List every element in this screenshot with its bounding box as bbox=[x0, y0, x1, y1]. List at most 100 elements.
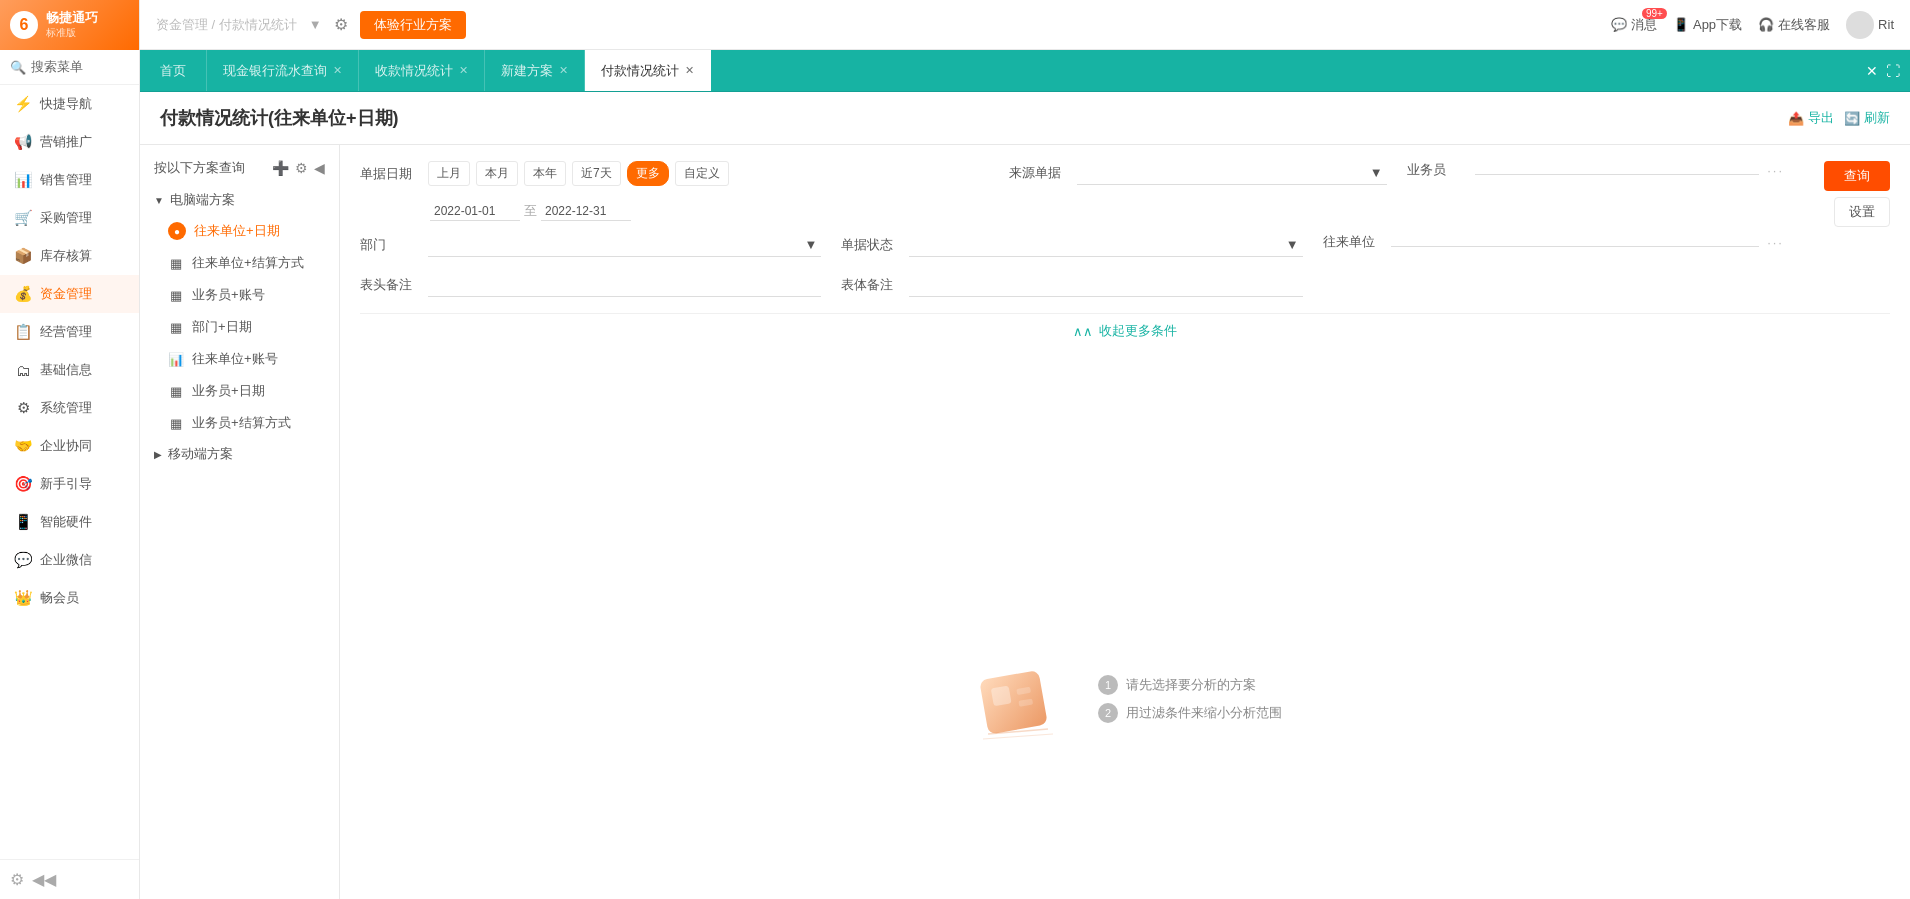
tab-receipt-stat[interactable]: 收款情况统计 ✕ bbox=[359, 50, 485, 91]
doc-status-select[interactable]: ▼ bbox=[909, 233, 1302, 257]
sidebar-item-label: 库存核算 bbox=[40, 247, 92, 265]
sidebar-item-system[interactable]: ⚙ 系统管理 bbox=[0, 389, 139, 427]
date-from-input[interactable] bbox=[430, 202, 520, 221]
page-header: 付款情况统计(往来单位+日期) 📤 导出 🔄 刷新 bbox=[140, 92, 1910, 145]
search-menu-btn[interactable]: 🔍 搜索菜单 bbox=[10, 58, 129, 76]
topbar-settings-icon[interactable]: ⚙ bbox=[334, 15, 348, 34]
scheme-settings-icon[interactable]: ⚙ bbox=[295, 160, 308, 176]
tab-bank-flow[interactable]: 现金银行流水查询 ✕ bbox=[207, 50, 359, 91]
sidebar-item-label: 企业协同 bbox=[40, 437, 92, 455]
sidebar-item-label: 系统管理 bbox=[40, 399, 92, 417]
staff-dots-icon[interactable]: ··· bbox=[1767, 163, 1784, 178]
sidebar-item-quick-nav[interactable]: ⚡ 快捷导航 bbox=[0, 85, 139, 123]
sidebar-item-guide[interactable]: 🎯 新手引导 bbox=[0, 465, 139, 503]
sidebar-item-label: 基础信息 bbox=[40, 361, 92, 379]
collapse-sidebar-icon[interactable]: ◀◀ bbox=[32, 870, 56, 889]
tab-bank-flow-close[interactable]: ✕ bbox=[333, 64, 342, 77]
date-btn-this-month[interactable]: 本月 bbox=[476, 161, 518, 186]
desktop-scheme-group-header[interactable]: ▼ 电脑端方案 bbox=[140, 185, 339, 215]
dept-select[interactable]: ▼ bbox=[428, 233, 821, 257]
tab-new-scheme-close[interactable]: ✕ bbox=[559, 64, 568, 77]
scheme-item-partner-date[interactable]: ● 往来单位+日期 bbox=[140, 215, 339, 247]
hardware-icon: 📱 bbox=[14, 513, 32, 531]
app-download-btn[interactable]: 📱 App下载 bbox=[1673, 16, 1742, 34]
sidebar-item-wechat[interactable]: 💬 企业微信 bbox=[0, 541, 139, 579]
date-label: 单据日期 bbox=[360, 165, 420, 183]
header-note-input[interactable] bbox=[428, 273, 821, 297]
tab-home[interactable]: 首页 bbox=[140, 50, 207, 91]
sidebar-item-finance[interactable]: 💰 资金管理 bbox=[0, 275, 139, 313]
tab-payment-stat-close[interactable]: ✕ bbox=[685, 64, 694, 77]
username: Rit bbox=[1878, 17, 1894, 32]
partner-dots-icon[interactable]: ··· bbox=[1767, 235, 1784, 250]
sidebar-search-area[interactable]: 🔍 搜索菜单 bbox=[0, 50, 139, 85]
refresh-btn[interactable]: 🔄 刷新 bbox=[1844, 109, 1890, 127]
date-btn-this-year[interactable]: 本年 bbox=[524, 161, 566, 186]
sidebar-item-sales[interactable]: 📊 销售管理 bbox=[0, 161, 139, 199]
sidebar-item-label: 畅会员 bbox=[40, 589, 79, 607]
maximize-icon[interactable]: ⛶ bbox=[1886, 63, 1900, 79]
date-btn-more[interactable]: 更多 bbox=[627, 161, 669, 186]
empty-hints: 1 请先选择要分析的方案 2 用过滤条件来缩小分析范围 bbox=[1098, 675, 1282, 723]
scheme-grid-icon3: ▦ bbox=[168, 320, 184, 335]
settings-btn[interactable]: 设置 bbox=[1834, 197, 1890, 227]
online-service-btn[interactable]: 🎧 在线客服 bbox=[1758, 16, 1830, 34]
query-btn[interactable]: 查询 bbox=[1824, 161, 1890, 191]
sidebar-item-basic[interactable]: 🗂 基础信息 bbox=[0, 351, 139, 389]
date-btn-custom[interactable]: 自定义 bbox=[675, 161, 729, 186]
filter-row-3: 表头备注 表体备注 bbox=[360, 273, 1784, 297]
scheme-item-staff-settle[interactable]: ▦ 业务员+结算方式 bbox=[140, 407, 339, 439]
sidebar-item-inventory[interactable]: 📦 库存核算 bbox=[0, 237, 139, 275]
scheme-item-partner-settle[interactable]: ▦ 往来单位+结算方式 bbox=[140, 247, 339, 279]
user-menu[interactable]: Rit bbox=[1846, 11, 1894, 39]
filter-source-item: 来源单据 ▼ bbox=[1009, 161, 1386, 185]
message-btn[interactable]: 💬 消息 99+ bbox=[1611, 16, 1657, 34]
scheme-panel-header: 按以下方案查询 ➕ ⚙ ◀ bbox=[140, 155, 339, 185]
partner-label: 往来单位 bbox=[1323, 233, 1383, 251]
export-label: 导出 bbox=[1808, 109, 1834, 127]
wechat-icon: 💬 bbox=[14, 551, 32, 569]
body-note-input[interactable] bbox=[909, 273, 1302, 297]
sidebar-item-hardware[interactable]: 📱 智能硬件 bbox=[0, 503, 139, 541]
sidebar-item-member[interactable]: 👑 畅会员 bbox=[0, 579, 139, 617]
date-btn-last-month[interactable]: 上月 bbox=[428, 161, 470, 186]
date-btn-7days[interactable]: 近7天 bbox=[572, 161, 621, 186]
collapse-scheme-icon[interactable]: ◀ bbox=[314, 160, 325, 176]
tab-new-scheme[interactable]: 新建方案 ✕ bbox=[485, 50, 585, 91]
mobile-scheme-group: ▶ 移动端方案 bbox=[140, 439, 339, 469]
operations-icon: 📋 bbox=[14, 323, 32, 341]
filter-and-empty: 单据日期 上月 本月 本年 近7天 更多 自定义 bbox=[340, 145, 1910, 899]
staff-input bbox=[1475, 166, 1760, 175]
scheme-item-staff-account[interactable]: ▦ 业务员+账号 bbox=[140, 279, 339, 311]
system-icon: ⚙ bbox=[14, 399, 32, 417]
topbar-dropdown-icon[interactable]: ▼ bbox=[309, 17, 322, 32]
scheme-item-staff-date[interactable]: ▦ 业务员+日期 bbox=[140, 375, 339, 407]
sidebar-item-enterprise[interactable]: 🤝 企业协同 bbox=[0, 427, 139, 465]
collapse-up-icon: ∧∧ bbox=[1073, 324, 1093, 339]
staff-label: 业务员 bbox=[1407, 161, 1467, 179]
mobile-scheme-group-header[interactable]: ▶ 移动端方案 bbox=[140, 439, 339, 469]
settings-footer-icon[interactable]: ⚙ bbox=[10, 870, 24, 889]
source-select[interactable]: ▼ bbox=[1077, 161, 1386, 185]
scheme-item-dept-date[interactable]: ▦ 部门+日期 bbox=[140, 311, 339, 343]
sidebar-item-label: 采购管理 bbox=[40, 209, 92, 227]
tab-payment-stat[interactable]: 付款情况统计 ✕ bbox=[585, 50, 711, 91]
collapse-conditions-btn[interactable]: ∧∧ 收起更多条件 bbox=[360, 313, 1890, 348]
close-all-tabs-icon[interactable]: ✕ bbox=[1866, 63, 1878, 79]
export-btn[interactable]: 📤 导出 bbox=[1788, 109, 1834, 127]
sidebar-item-purchase[interactable]: 🛒 采购管理 bbox=[0, 199, 139, 237]
date-to-input[interactable] bbox=[541, 202, 631, 221]
scheme-chart-icon: 📊 bbox=[168, 352, 184, 367]
trial-btn[interactable]: 体验行业方案 bbox=[360, 11, 466, 39]
scheme-item-partner-account[interactable]: 📊 往来单位+账号 bbox=[140, 343, 339, 375]
collapse-label: 收起更多条件 bbox=[1099, 322, 1177, 340]
tab-receipt-stat-close[interactable]: ✕ bbox=[459, 64, 468, 77]
add-scheme-icon[interactable]: ➕ bbox=[272, 160, 289, 176]
sidebar-item-marketing[interactable]: 📢 营销推广 bbox=[0, 123, 139, 161]
main-area: 资金管理 / 付款情况统计 ▼ ⚙ 体验行业方案 💬 消息 99+ 📱 App下… bbox=[140, 0, 1910, 899]
tab-payment-stat-label: 付款情况统计 bbox=[601, 62, 679, 80]
search-icon: 🔍 bbox=[10, 60, 26, 75]
sidebar-item-operations[interactable]: 📋 经营管理 bbox=[0, 313, 139, 351]
body-note-label: 表体备注 bbox=[841, 276, 901, 294]
tab-bank-flow-label: 现金银行流水查询 bbox=[223, 62, 327, 80]
